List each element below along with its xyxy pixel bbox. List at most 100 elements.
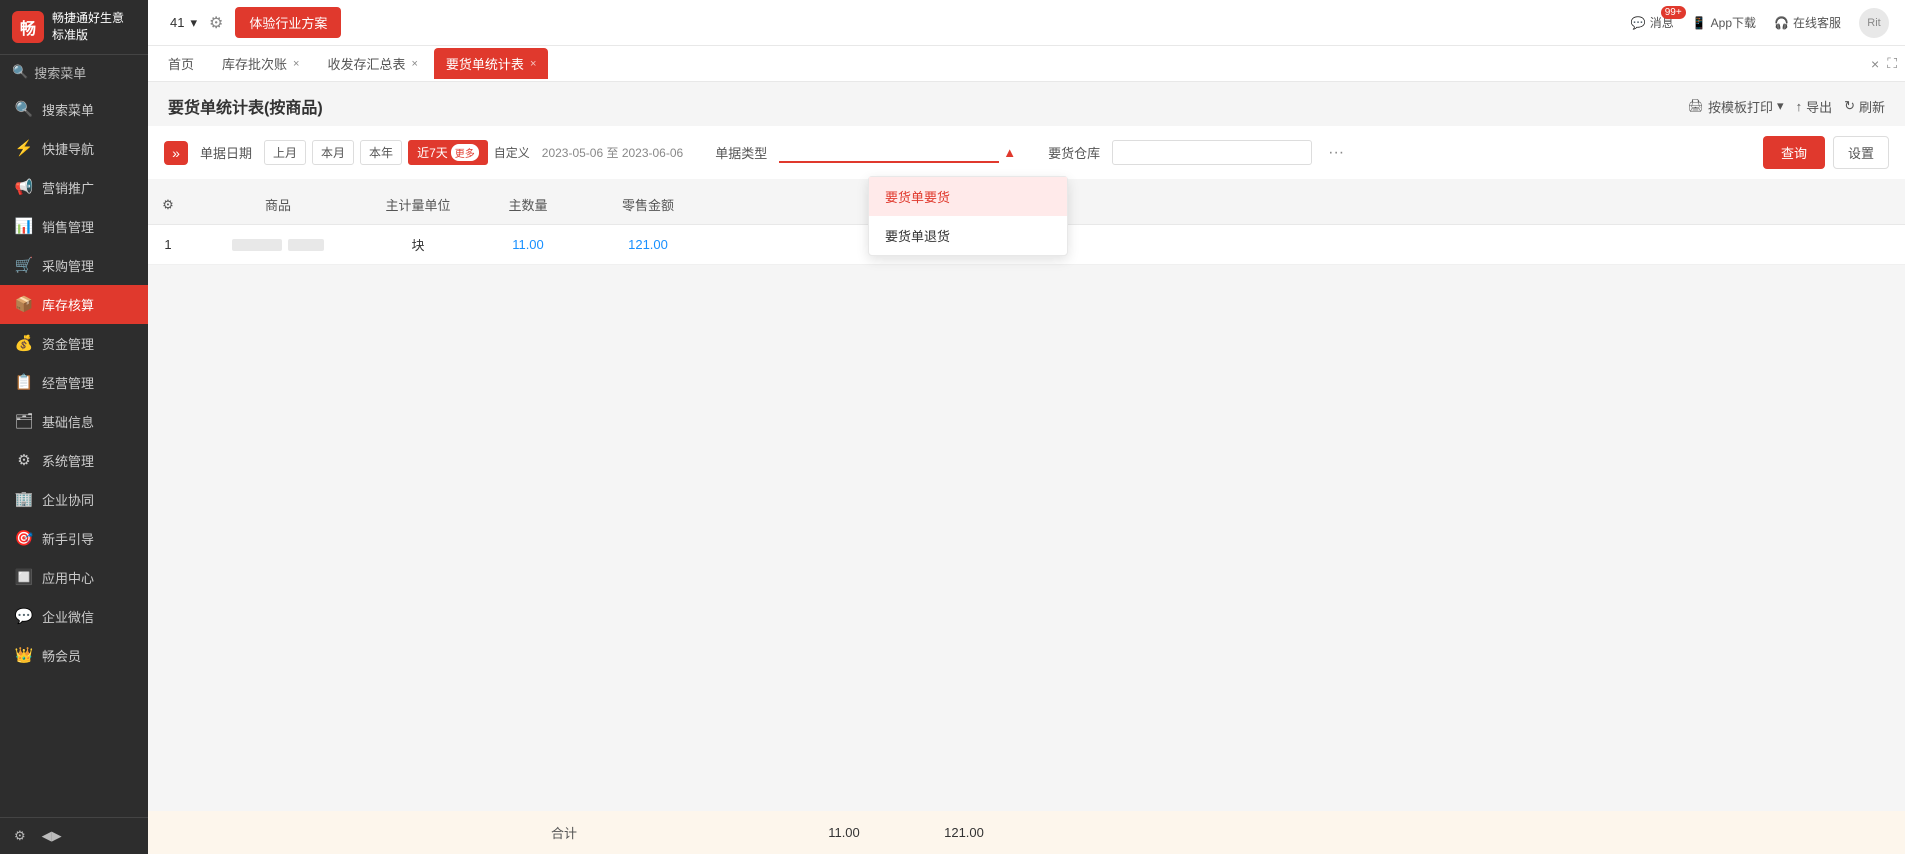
tab-requisition-stat[interactable]: 要货单统计表 × — [434, 48, 548, 79]
nav-icon-inventory: 📦 — [14, 295, 34, 313]
date-btn-this-year[interactable]: 本年 — [360, 140, 402, 165]
sidebar-item-search[interactable]: 🔍 搜索菜单 — [0, 90, 148, 129]
sidebar-item-appstore[interactable]: 🔲 应用中心 — [0, 558, 148, 597]
sidebar-item-inventory[interactable]: 📦库存核算 — [0, 285, 148, 324]
store-num: 41 — [170, 15, 184, 30]
col-amount-header: 零售金额 — [588, 185, 708, 225]
tab-inventory-batch-close[interactable]: × — [293, 58, 299, 70]
tab-requisition-stat-label: 要货单统计表 — [446, 54, 524, 73]
row-qty: 11.00 — [468, 225, 588, 265]
filter-bar: » 单据日期 上月 本月 本年 近7天 更多 自定义 2023-05-06 至 … — [148, 126, 1905, 179]
sidebar-item-purchase[interactable]: 🛒采购管理 — [0, 246, 148, 285]
export-button[interactable]: ↑ 导出 — [1796, 97, 1833, 116]
date-label: 单据日期 — [200, 143, 252, 162]
nav-icon-enterprise: 🏢 — [14, 490, 34, 508]
nav-icon-search: 🔍 — [14, 100, 34, 118]
qty-link[interactable]: 11.00 — [512, 237, 544, 252]
col-settings-icon[interactable]: ⚙ — [162, 197, 174, 212]
nav-label-search: 搜索菜单 — [42, 100, 94, 119]
logo-text-block: 畅捷通好生意 标准版 — [52, 10, 124, 44]
tab-requisition-stat-close[interactable]: × — [530, 58, 536, 70]
footer-amount: 121.00 — [904, 825, 1024, 840]
date-btn-custom[interactable]: 自定义 — [494, 144, 530, 161]
nav-label-marketing: 营销推广 — [42, 178, 94, 197]
nav-icon-sales: 📊 — [14, 217, 34, 235]
date-btn-last-month[interactable]: 上月 — [264, 140, 306, 165]
sidebar-item-operation[interactable]: 📋 经营管理 — [0, 363, 148, 402]
tabs-right: × ⛶ — [1871, 55, 1897, 72]
type-input[interactable] — [779, 142, 999, 163]
sidebar-search[interactable]: 🔍 搜索菜单 — [0, 55, 148, 90]
nav-icon-appstore: 🔲 — [14, 568, 34, 586]
tab-home[interactable]: 首页 — [156, 48, 206, 79]
date-presets: 上月 本月 本年 近7天 更多 自定义 — [264, 140, 530, 165]
nav-label-member: 畅会员 — [42, 646, 81, 665]
goods-bar-1 — [232, 239, 282, 251]
type-selector: ▲ — [779, 142, 1016, 163]
sidebar-item-system[interactable]: ⚙系统管理 — [0, 441, 148, 480]
nav-label-appstore: 应用中心 — [42, 568, 94, 587]
nav-icon-operation: 📋 — [14, 373, 34, 391]
nav-label-enterprise: 企业协同 — [42, 490, 94, 509]
store-selector[interactable]: 41 ▾ — [164, 15, 197, 31]
tab-receipt-summary[interactable]: 收发存汇总表 × — [315, 48, 429, 79]
collapse-icon[interactable]: ◀▶ — [42, 828, 62, 844]
sidebar-item-sales[interactable]: 📊销售管理 — [0, 207, 148, 246]
set-button[interactable]: 设置 — [1833, 136, 1889, 169]
print-icon: 🖨 — [1688, 98, 1705, 114]
content-area: 要货单统计表(按商品) 🖨 按模板打印 ▾ ↑ 导出 ↻ 刷新 » — [148, 82, 1905, 854]
topbar-gear-icon[interactable]: ⚙ — [209, 13, 223, 33]
topbar-left: 41 ▾ ⚙ 体验行业方案 — [164, 7, 341, 38]
date-btn-7days[interactable]: 近7天 更多 — [408, 140, 488, 165]
sidebar-item-enterprise[interactable]: 🏢 企业协同 — [0, 480, 148, 519]
sidebar-item-wechat[interactable]: 💬企业微信 — [0, 597, 148, 636]
settings-icon[interactable]: ⚙ — [14, 828, 26, 844]
tab-receipt-summary-close[interactable]: × — [411, 58, 417, 70]
filter-actions: 查询 设置 — [1763, 136, 1889, 169]
message-icon: 💬 — [1631, 16, 1646, 30]
row-unit: 块 — [368, 225, 468, 265]
app-download-button[interactable]: 📱 App下载 — [1692, 14, 1756, 31]
sidebar-item-newbie[interactable]: 🎯新手引导 — [0, 519, 148, 558]
sidebar-item-finance[interactable]: 💰资金管理 — [0, 324, 148, 363]
nav-label-operation: 经营管理 — [42, 373, 94, 392]
export-label: 导出 — [1806, 97, 1832, 116]
col-settings-header: ⚙ — [148, 185, 188, 225]
tab-fullscreen-icon[interactable]: ⛶ — [1887, 55, 1897, 72]
col-goods-header: 商品 — [188, 185, 368, 225]
query-button[interactable]: 查询 — [1763, 136, 1825, 169]
row-num: 1 — [148, 225, 188, 265]
service-icon: 🎧 — [1774, 16, 1789, 30]
tab-close-window[interactable]: × — [1871, 56, 1879, 72]
message-button[interactable]: 💬 消息 99+ — [1631, 14, 1674, 31]
nav-icon-member: 👑 — [14, 646, 34, 664]
page-title: 要货单统计表(按商品) — [168, 94, 323, 118]
type-arrow-icon[interactable]: ▲ — [1003, 145, 1016, 160]
filter-toggle-button[interactable]: » — [164, 141, 188, 165]
sidebar-item-member[interactable]: 👑 畅会员 — [0, 636, 148, 675]
sidebar-item-quick[interactable]: ⚡快捷导航 — [0, 129, 148, 168]
topbar: 41 ▾ ⚙ 体验行业方案 💬 消息 99+ 📱 App下载 🎧 在线客服 Ri… — [148, 0, 1905, 46]
tab-inventory-batch[interactable]: 库存批次账 × — [210, 48, 311, 79]
main-area: 41 ▾ ⚙ 体验行业方案 💬 消息 99+ 📱 App下载 🎧 在线客服 Ri… — [148, 0, 1905, 854]
nav-icon-system: ⚙ — [14, 451, 34, 469]
trial-button[interactable]: 体验行业方案 — [235, 7, 341, 38]
more-filters-icon[interactable]: ··· — [1328, 144, 1344, 162]
dropdown-item-return[interactable]: 要货单退货 — [869, 216, 1067, 255]
avatar[interactable]: Rit — [1859, 8, 1889, 38]
print-button[interactable]: 🖨 按模板打印 ▾ — [1688, 97, 1784, 116]
print-label: 按模板打印 — [1708, 97, 1773, 116]
dropdown-item-requisition[interactable]: 要货单要货 — [869, 177, 1067, 216]
logo-sub: 标准版 — [52, 27, 124, 44]
sidebar-bottom: ⚙ ◀▶ — [0, 817, 148, 854]
col-unit-header: 主计量单位 — [368, 185, 468, 225]
sidebar: 畅 畅捷通好生意 标准版 🔍 搜索菜单 🔍搜索菜单⚡快捷导航📢营销推广📊销售管理… — [0, 0, 148, 854]
sidebar-item-basic[interactable]: 🗂基础信息 — [0, 402, 148, 441]
service-button[interactable]: 🎧 在线客服 — [1774, 14, 1841, 31]
sidebar-item-marketing[interactable]: 📢营销推广 — [0, 168, 148, 207]
date-btn-this-month[interactable]: 本月 — [312, 140, 354, 165]
store-dropdown-icon: ▾ — [190, 15, 197, 31]
refresh-button[interactable]: ↻ 刷新 — [1844, 97, 1885, 116]
amount-link[interactable]: 121.00 — [628, 237, 668, 252]
warehouse-input[interactable] — [1112, 140, 1312, 165]
